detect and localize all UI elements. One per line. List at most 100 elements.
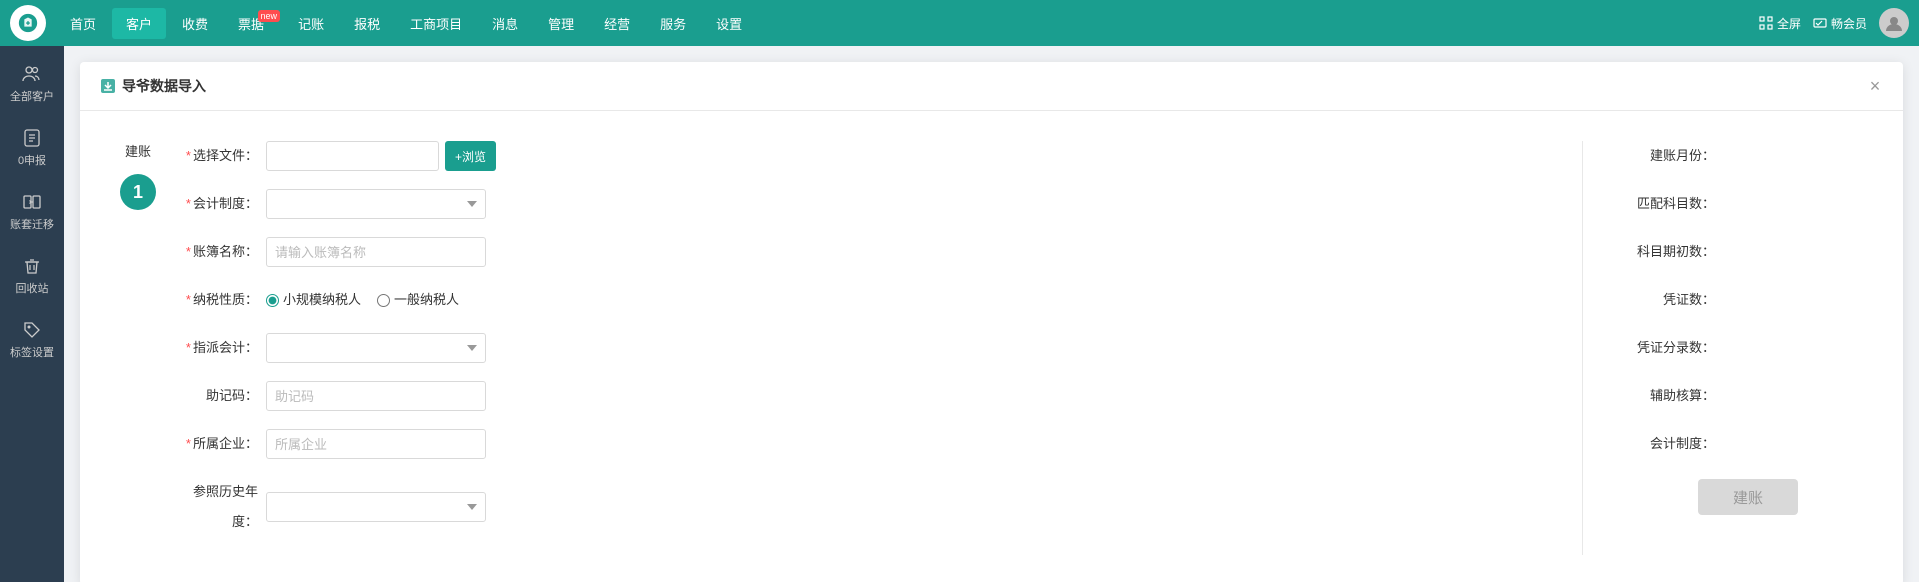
dialog-panel: 导爷数据导入 × 建账 1 (80, 62, 1903, 582)
import-icon (100, 78, 116, 94)
sidebar: 全部客户 0申报 账套迁移 回收站 (0, 46, 64, 582)
form-row-mnemonic: 助记码： (176, 381, 1562, 411)
info-value-voucher-count (1723, 285, 1863, 315)
dialog-title: 导爷数据导入 (100, 76, 206, 96)
nav-right-area: 全屏 畅会员 (1759, 8, 1909, 38)
nav-items: 首页 客户 收费 票据 new 记账 报税 工商项目 消息 管理 经营 服务 设… (56, 8, 1759, 39)
main-layout: 全部客户 0申报 账套迁移 回收站 (0, 46, 1919, 582)
file-input-group: +浏览 (266, 141, 486, 171)
vip-button[interactable]: 畅会员 (1813, 15, 1867, 32)
app-logo (10, 5, 46, 41)
sidebar-label-migrate: 账套迁移 (10, 216, 54, 232)
info-row-accounting-system: 会计制度： (1633, 429, 1863, 459)
step-badge: 1 (120, 174, 156, 210)
info-value-subjects-count (1723, 189, 1863, 219)
ledger-name-input[interactable] (266, 237, 486, 267)
main-content: 导爷数据导入 × 建账 1 (64, 46, 1919, 582)
mnemonic-input[interactable] (266, 381, 486, 411)
fullscreen-button[interactable]: 全屏 (1759, 15, 1801, 32)
sidebar-item-all-clients[interactable]: 全部客户 (0, 54, 64, 114)
create-account-button[interactable]: 建账 (1698, 479, 1798, 515)
sidebar-label-all-clients: 全部客户 (10, 88, 54, 104)
info-value-voucher-entries (1723, 333, 1863, 363)
file-label: *选择文件： (176, 141, 266, 171)
sidebar-label-tag-settings: 标签设置 (10, 344, 54, 360)
nav-item-tax[interactable]: 报税 (340, 8, 394, 39)
reference-year-select[interactable] (266, 492, 486, 522)
close-button[interactable]: × (1863, 74, 1887, 98)
form-fields: *选择文件： +浏览 *会计制度： (176, 141, 1562, 555)
radio-small-scale[interactable]: 小规模纳税人 (266, 285, 361, 315)
form-row-accounting-system: *会计制度： (176, 189, 1562, 219)
form-row-tax-type: *纳税性质： 小规模纳税人 一般纳税人 (176, 285, 1562, 315)
info-value-subjects-init (1723, 237, 1863, 267)
dialog-title-text: 导爷数据导入 (122, 76, 206, 96)
nav-item-fee[interactable]: 收费 (168, 8, 222, 39)
browse-button[interactable]: +浏览 (445, 141, 496, 171)
sidebar-item-recycle[interactable]: 回收站 (0, 246, 64, 306)
mnemonic-label: 助记码： (176, 381, 266, 411)
info-label-aux-accounting: 辅助核算： (1633, 381, 1723, 411)
radio-small-scale-input[interactable] (266, 294, 279, 307)
form-row-enterprise: *所属企业： (176, 429, 1562, 459)
assign-accountant-label: *指派会计： (176, 333, 266, 363)
tax-type-radio-group: 小规模纳税人 一般纳税人 (266, 285, 486, 315)
enterprise-input[interactable] (266, 429, 486, 459)
info-row-subjects-count: 匹配科目数： (1633, 189, 1863, 219)
sidebar-label-recycle: 回收站 (16, 280, 49, 296)
file-text-input[interactable] (266, 141, 439, 171)
nav-item-business[interactable]: 工商项目 (396, 8, 476, 39)
nav-item-invoice[interactable]: 票据 new (224, 8, 282, 39)
vertical-divider (1582, 141, 1583, 555)
form-section: 建账 1 *选择文件： +浏览 (120, 141, 1562, 555)
info-label-voucher-entries: 凭证分录数： (1633, 333, 1723, 363)
accounting-system-label: *会计制度： (176, 189, 266, 219)
ledger-name-label: *账簿名称： (176, 237, 266, 267)
nav-item-clients[interactable]: 客户 (112, 8, 166, 39)
accounting-system-select[interactable] (266, 189, 486, 219)
sidebar-label-zero-declare: 0申报 (18, 152, 46, 168)
info-value-accounting-system2 (1723, 429, 1863, 459)
sidebar-item-zero-declare[interactable]: 0申报 (0, 118, 64, 178)
info-row-voucher-count: 凭证数： (1633, 285, 1863, 315)
nav-item-manage[interactable]: 管理 (534, 8, 588, 39)
nav-item-service[interactable]: 服务 (646, 8, 700, 39)
nav-item-settings[interactable]: 设置 (702, 8, 756, 39)
info-label-month: 建账月份： (1633, 141, 1723, 171)
form-row-file: *选择文件： +浏览 (176, 141, 1562, 171)
fullscreen-label: 全屏 (1777, 15, 1801, 32)
sidebar-item-tag-settings[interactable]: 标签设置 (0, 310, 64, 370)
info-row-aux-accounting: 辅助核算： (1633, 381, 1863, 411)
enterprise-label: *所属企业： (176, 429, 266, 459)
tax-type-label: *纳税性质： (176, 285, 266, 315)
sidebar-item-migrate[interactable]: 账套迁移 (0, 182, 64, 242)
info-row-voucher-entries: 凭证分录数： (1633, 333, 1863, 363)
form-row-ledger-name: *账簿名称： (176, 237, 1562, 267)
user-avatar[interactable] (1879, 8, 1909, 38)
info-row-subjects-init: 科目期初数： (1633, 237, 1863, 267)
form-row-reference-year: 参照历史年度： (176, 477, 1562, 537)
radio-general-input[interactable] (377, 294, 390, 307)
nav-item-business2[interactable]: 经营 (590, 8, 644, 39)
build-account-label: 建账 (125, 141, 151, 160)
nav-item-message[interactable]: 消息 (478, 8, 532, 39)
nav-item-home[interactable]: 首页 (56, 8, 110, 39)
new-badge: new (258, 10, 281, 23)
vip-label: 畅会员 (1831, 15, 1867, 32)
info-value-month (1723, 141, 1863, 171)
info-label-accounting-system2: 会计制度： (1633, 429, 1723, 459)
info-value-aux-accounting (1723, 381, 1863, 411)
info-label-voucher-count: 凭证数： (1633, 285, 1723, 315)
info-section: 建账月份： 匹配科目数： 科目期初数： 凭证数： (1603, 141, 1863, 555)
info-label-subjects-init: 科目期初数： (1633, 237, 1723, 267)
top-navigation: 首页 客户 收费 票据 new 记账 报税 工商项目 消息 管理 经营 服务 设… (0, 0, 1919, 46)
dialog-header: 导爷数据导入 × (80, 62, 1903, 111)
nav-item-bookkeeping[interactable]: 记账 (284, 8, 338, 39)
info-label-subjects-count: 匹配科目数： (1633, 189, 1723, 219)
form-row-assign-accountant: *指派会计： (176, 333, 1562, 363)
dialog-body: 建账 1 *选择文件： +浏览 (80, 111, 1903, 582)
info-row-month: 建账月份： (1633, 141, 1863, 171)
assign-accountant-select[interactable] (266, 333, 486, 363)
reference-year-label: 参照历史年度： (176, 477, 266, 537)
radio-general[interactable]: 一般纳税人 (377, 285, 459, 315)
